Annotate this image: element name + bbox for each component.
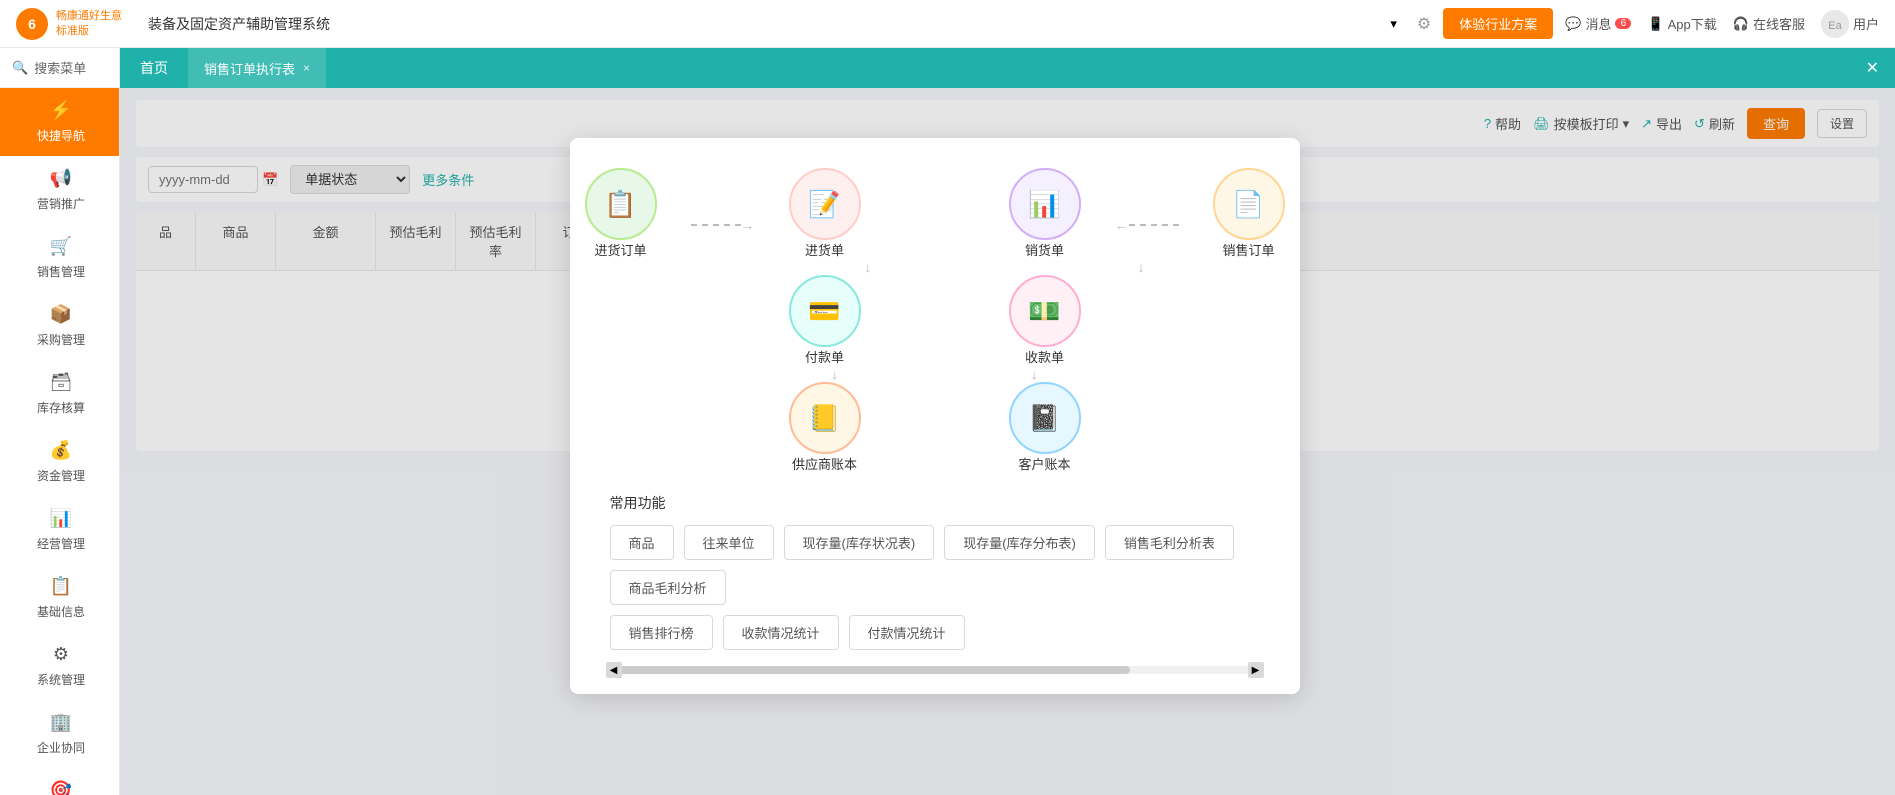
settings-icon[interactable]: ⚙ <box>1417 14 1431 34</box>
tab-close-icon[interactable]: × <box>303 61 310 75</box>
flow-node-sales[interactable]: 📊 销货单 <box>975 168 1115 259</box>
logo: 6 畅康通好生意 标准版 <box>16 8 136 40</box>
tab-home[interactable]: 首页 <box>120 48 188 88</box>
sidebar-item-sales[interactable]: 🛒 销售管理 <box>0 224 119 292</box>
svg-text:Ea: Ea <box>1828 20 1842 32</box>
logo-icon: 6 <box>16 8 48 40</box>
online-service-action[interactable]: 🎧 在线客服 <box>1733 14 1805 33</box>
cart-icon: 🛒 <box>50 236 72 257</box>
flow-node-customer-ledger[interactable]: 📓 客户账本 <box>975 382 1115 473</box>
message-action[interactable]: 💬 消息 6 <box>1565 14 1631 33</box>
sidebar-item-inventory[interactable]: 🗃 库存核算 <box>0 360 119 428</box>
app-download-icon: 📱 <box>1647 16 1663 32</box>
btn-payment-stats[interactable]: 付款情况统计 <box>849 615 965 650</box>
btn-products[interactable]: 商品 <box>610 525 674 560</box>
headset-icon: 🎧 <box>1733 16 1749 32</box>
megaphone-icon: 📢 <box>50 168 72 189</box>
lightning-icon: ⚡ <box>50 100 72 121</box>
sidebar-item-purchase[interactable]: 📦 采购管理 <box>0 292 119 360</box>
sidebar-item-quick-nav[interactable]: ⚡ 快捷导航 <box>0 88 119 156</box>
sidebar-item-basic-info[interactable]: 📋 基础信息 <box>0 564 119 632</box>
sidebar-item-marketing[interactable]: 📢 营销推广 <box>0 156 119 224</box>
btn-product-profit[interactable]: 商品毛利分析 <box>610 570 726 605</box>
sidebar-item-finance[interactable]: 💰 资金管理 <box>0 428 119 496</box>
modal-scrollbar[interactable]: ◀ ▶ <box>610 666 1260 674</box>
btn-stock-status[interactable]: 现存量(库存状况表) <box>784 525 935 560</box>
flow-node-sales-order[interactable]: 📄 销售订单 <box>1179 168 1319 259</box>
flow-node-supplier-ledger[interactable]: 📒 供应商账本 <box>755 382 895 473</box>
btn-counterpart[interactable]: 往来单位 <box>684 525 774 560</box>
flow-node-purchase-order[interactable]: 📋 进货订单 <box>551 168 691 259</box>
logo-text: 畅康通好生意 标准版 <box>56 9 122 38</box>
flow-node-payment-in[interactable]: 💵 收款单 <box>975 275 1115 366</box>
common-btns-row1: 商品 往来单位 现存量(库存状况表) 现存量(库存分布表) 销售毛利分析表 商品… <box>610 525 1260 605</box>
user-action[interactable]: Ea 用户 <box>1821 10 1879 38</box>
chart-icon: 📊 <box>50 508 72 529</box>
trial-button[interactable]: 体验行业方案 <box>1443 8 1553 39</box>
system-dropdown[interactable]: ▾ <box>1390 16 1397 32</box>
tab-close-main[interactable]: ✕ <box>1866 58 1879 78</box>
building-icon: 🏢 <box>50 712 72 733</box>
sidebar-item-guide[interactable]: 🎯 新手引导 <box>0 768 119 795</box>
money-icon: 💰 <box>50 440 72 461</box>
flow-node-payment-out[interactable]: 💳 付款单 <box>755 275 895 366</box>
archive-icon: 🗃 <box>50 372 73 393</box>
common-btns-row2: 销售排行榜 收款情况统计 付款情况统计 <box>610 615 1260 650</box>
flow-node-purchase[interactable]: 📝 进货单 <box>755 168 895 259</box>
common-title: 常用功能 <box>610 493 1260 513</box>
page-content: ? 帮助 🖨 按模板打印 ▾ ↗ 导出 ↺ 刷新 <box>120 88 1895 795</box>
svg-text:6: 6 <box>28 16 36 32</box>
clipboard-icon: 📋 <box>50 576 72 597</box>
scroll-right-arrow[interactable]: ▶ <box>1248 662 1264 678</box>
sidebar: 🔍 搜索菜单 ⚡ 快捷导航 📢 营销推广 🛒 销售管理 📦 采购管理 🗃 <box>0 48 120 795</box>
sidebar-item-operation[interactable]: 📊 经营管理 <box>0 496 119 564</box>
message-icon: 💬 <box>1565 16 1581 32</box>
sidebar-item-system[interactable]: ⚙ 系统管理 <box>0 632 119 700</box>
btn-stock-dist[interactable]: 现存量(库存分布表) <box>944 525 1095 560</box>
btn-receipt-stats[interactable]: 收款情况统计 <box>723 615 839 650</box>
message-badge: 6 <box>1615 18 1631 29</box>
tab-sales-order[interactable]: 销售订单执行表 × <box>188 48 326 88</box>
btn-sales-profit[interactable]: 销售毛利分析表 <box>1105 525 1234 560</box>
target-icon: 🎯 <box>50 780 72 795</box>
tab-bar: 首页 销售订单执行表 × ✕ <box>120 48 1895 88</box>
quick-nav-modal: 📋 进货订单 → 📝 <box>570 138 1300 694</box>
avatar: Ea <box>1821 10 1849 38</box>
app-download-action[interactable]: 📱 App下载 <box>1647 14 1716 33</box>
sidebar-item-enterprise[interactable]: 🏢 企业协同 <box>0 700 119 768</box>
box-icon: 📦 <box>50 304 72 325</box>
search-icon: 🔍 <box>12 60 28 76</box>
search-menu[interactable]: 🔍 搜索菜单 <box>0 48 119 88</box>
system-title: 装备及固定资产辅助管理系统 <box>148 14 1378 34</box>
gear-icon: ⚙ <box>53 644 69 665</box>
common-functions-section: 常用功能 商品 往来单位 现存量(库存状况表) 现存量(库存分布表) 销售毛利分… <box>610 493 1260 650</box>
scrollbar-thumb[interactable] <box>610 666 1130 674</box>
scroll-left-arrow[interactable]: ◀ <box>606 662 622 678</box>
btn-sales-rank[interactable]: 销售排行榜 <box>610 615 713 650</box>
